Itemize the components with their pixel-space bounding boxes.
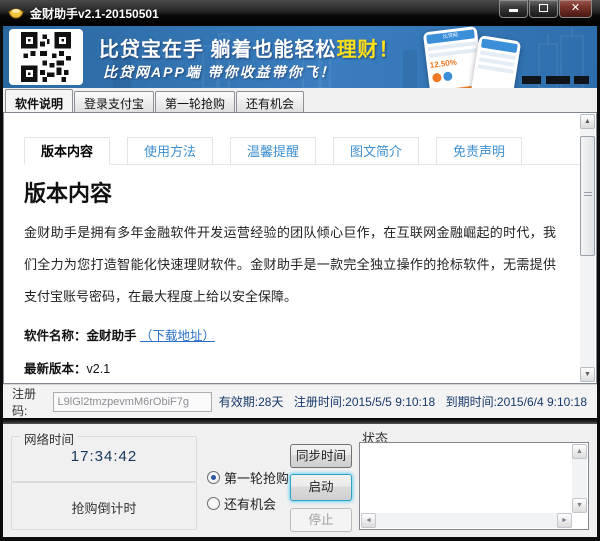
radio-more-chances[interactable]: 还有机会 bbox=[207, 494, 276, 513]
qr-code bbox=[9, 29, 83, 85]
registration-info: 有效期:28天 注册时间:2015/5/5 9:10:18 到期时间:2015/… bbox=[212, 393, 587, 410]
client-area: 比贷宝在手 躺着也能轻松理财！ 比贷网APP端 带你收益带你飞！ 比贷网 12.… bbox=[3, 26, 597, 537]
network-time-group: 网络时间 17:34:42 bbox=[11, 429, 197, 482]
redacted-block bbox=[522, 76, 541, 84]
main-tab-strip: 软件说明 登录支付宝 第一轮抢购 还有机会 bbox=[3, 88, 597, 112]
register-time-text: 注册时间:2015/5/5 9:10:18 bbox=[293, 395, 436, 409]
banner-subline: 比贷网APP端 带你收益带你飞！ bbox=[103, 64, 336, 80]
scrollbar-grip-icon bbox=[584, 192, 592, 198]
control-panel: 网络时间 17:34:42 抢购倒计时 第一轮抢购 还有机会 同步时间 启动 停… bbox=[3, 424, 597, 537]
phone-rate-stat: 12.50% bbox=[429, 57, 458, 70]
content-webview: 版本内容 使用方法 温馨提醒 图文简介 免责声明 版本内容 金财助手是拥有多年金… bbox=[3, 112, 597, 384]
scrollbar-thumb[interactable] bbox=[580, 136, 595, 256]
status-vertical-scrollbar[interactable]: ▲ ▼ bbox=[572, 444, 587, 513]
stop-button: 停止 bbox=[290, 508, 352, 532]
redacted-block bbox=[546, 76, 570, 84]
tab-software-info[interactable]: 软件说明 bbox=[5, 89, 74, 112]
minimize-button[interactable] bbox=[499, 0, 528, 18]
radio-first-round[interactable]: 第一轮抢购 bbox=[207, 468, 289, 487]
countdown-group: 抢购倒计时 bbox=[11, 482, 197, 530]
radio-unselected-icon[interactable] bbox=[207, 497, 220, 510]
banner-headline-accent: 理财！ bbox=[336, 39, 400, 61]
start-button[interactable]: 启动 bbox=[290, 474, 352, 501]
radio-selected-icon[interactable] bbox=[207, 471, 220, 484]
inner-tab-gallery[interactable]: 图文简介 bbox=[333, 137, 419, 165]
validity-text: 有效期:28天 bbox=[218, 395, 284, 409]
registration-code-label: 注册码: bbox=[12, 386, 37, 418]
tab-login-alipay[interactable]: 登录支付宝 bbox=[74, 91, 155, 112]
inner-tab-usage[interactable]: 使用方法 bbox=[127, 137, 213, 165]
network-time-value: 17:34:42 bbox=[70, 448, 138, 465]
registration-code-input[interactable] bbox=[52, 391, 212, 412]
status-log-area[interactable]: ▲ ▼ ◄ ► bbox=[359, 442, 589, 530]
inner-tab-version[interactable]: 版本内容 bbox=[24, 137, 110, 165]
redacted-block bbox=[574, 76, 589, 84]
scroll-down-icon[interactable]: ▼ bbox=[580, 367, 595, 382]
status-horizontal-scrollbar[interactable]: ◄ ► bbox=[361, 513, 572, 528]
app-window: 金财助手v2.1-20150501 ✕ 比贷宝在手 躺着也能轻松理财！ 比贷网A… bbox=[0, 0, 600, 541]
maximize-button[interactable] bbox=[529, 0, 558, 18]
window-title: 金财助手v2.1-20150501 bbox=[30, 6, 159, 21]
phone-orange-button bbox=[431, 72, 442, 83]
scroll-up-icon[interactable]: ▲ bbox=[580, 114, 595, 129]
phone-mockup-small bbox=[470, 35, 522, 88]
intro-paragraph: 金财助手是拥有多年金融软件开发运营经验的团队倾心巨作，在互联网金融崛起的时代，我… bbox=[24, 225, 556, 304]
status-scroll-left-icon[interactable]: ◄ bbox=[361, 513, 376, 528]
download-link[interactable]: （下载地址） bbox=[140, 329, 215, 343]
content-scrollbar[interactable]: ▲ ▼ bbox=[580, 114, 595, 382]
registration-bar: 注册码: 有效期:28天 注册时间:2015/5/5 9:10:18 到期时间:… bbox=[3, 384, 597, 418]
tab-more-chances[interactable]: 还有机会 bbox=[236, 91, 305, 112]
close-icon: ✕ bbox=[570, 2, 581, 14]
maximize-icon bbox=[539, 4, 548, 12]
radio-more-chances-label: 还有机会 bbox=[224, 497, 277, 512]
inner-tab-disclaimer[interactable]: 免责声明 bbox=[436, 137, 522, 165]
status-scroll-down-icon[interactable]: ▼ bbox=[572, 498, 587, 513]
status-group: 状态 ▲ ▼ ◄ ► bbox=[355, 428, 589, 530]
phone-blue-button bbox=[442, 71, 453, 82]
inner-tab-reminder[interactable]: 温馨提醒 bbox=[230, 137, 316, 165]
network-time-label: 网络时间 bbox=[20, 429, 79, 448]
ad-banner[interactable]: 比贷宝在手 躺着也能轻松理财！ 比贷网APP端 带你收益带你飞！ 比贷网 12.… bbox=[3, 26, 597, 88]
field-latest-version: 最新版本：v2.1 bbox=[24, 362, 111, 376]
status-scroll-right-icon[interactable]: ► bbox=[557, 513, 572, 528]
close-button[interactable]: ✕ bbox=[559, 0, 592, 18]
radio-first-round-label: 第一轮抢购 bbox=[224, 471, 290, 486]
countdown-label: 抢购倒计时 bbox=[71, 501, 137, 516]
inner-tab-row: 版本内容 使用方法 温馨提醒 图文简介 免责声明 bbox=[24, 137, 580, 165]
app-icon bbox=[8, 8, 24, 19]
sync-time-button[interactable]: 同步时间 bbox=[290, 444, 352, 468]
title-bar[interactable]: 金财助手v2.1-20150501 ✕ bbox=[0, 0, 600, 26]
field-software-name: 软件名称：金财助手 （下载地址） bbox=[24, 329, 216, 343]
page-title: 版本内容 bbox=[24, 181, 113, 206]
tab-first-round[interactable]: 第一轮抢购 bbox=[155, 91, 236, 112]
banner-headline: 比贷宝在手 躺着也能轻松理财！ bbox=[99, 39, 400, 61]
status-scroll-up-icon[interactable]: ▲ bbox=[572, 444, 587, 459]
expire-time-text: 到期时间:2015/6/4 9:10:18 bbox=[445, 395, 587, 409]
minimize-icon bbox=[509, 9, 518, 12]
